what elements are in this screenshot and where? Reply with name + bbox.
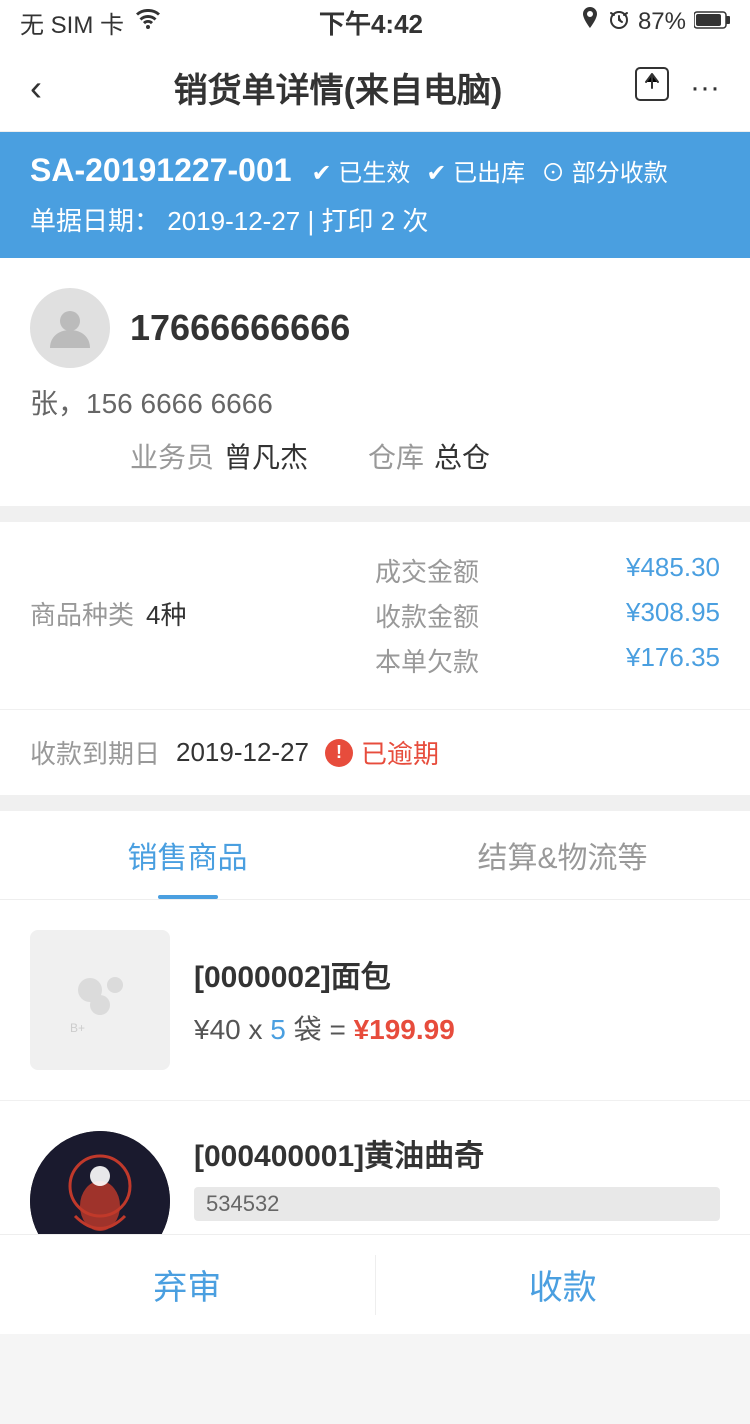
date-value: 2019-12-27 (167, 206, 300, 236)
share-icon[interactable] (634, 66, 670, 109)
stats-section: 商品种类 4种 成交金额 ¥485.30 收款金额 ¥308.95 本单欠款 ¥… (0, 522, 750, 709)
page-title: 销货单详情(来自电脑) (174, 63, 503, 112)
product-price-1: ¥40 x 5 袋 = ¥199.99 (194, 1008, 720, 1048)
qty-1: 5 (270, 1014, 286, 1045)
list-item: B+ [0000002]面包 ¥40 x 5 袋 = ¥199.99 (0, 900, 750, 1101)
price-base-1: ¥40 (194, 1014, 241, 1045)
overdue-section: 收款到期日 2019-12-27 ! 已逾期 (0, 709, 750, 795)
divider-2 (0, 795, 750, 811)
received-value: ¥308.95 (626, 597, 720, 634)
type-value: 4种 (146, 595, 186, 632)
amount-row: 成交金额 ¥485.30 (375, 552, 720, 589)
order-id: SA-20191227-001 (30, 152, 292, 189)
product-tag-2: 534532 (194, 1187, 720, 1221)
bottom-bar: 弃审 收款 (0, 1234, 750, 1334)
product-info-1: [0000002]面包 ¥40 x 5 袋 = ¥199.99 (194, 930, 720, 1070)
alarm-icon (608, 8, 630, 37)
overdue-icon: ! (325, 739, 353, 767)
product-thumbnail-1: B+ (30, 930, 170, 1070)
tab-settlement[interactable]: 结算&物流等 (375, 811, 750, 899)
location-icon (580, 7, 600, 38)
overdue-badge: ! 已逾期 (325, 734, 439, 771)
product-name-1: [0000002]面包 (194, 952, 720, 996)
type-label: 商品种类 (30, 595, 134, 632)
customer-name: 张，156 6666 6666 (30, 382, 720, 422)
owed-label: 本单欠款 (375, 642, 479, 679)
status-bar: 无 SIM 卡 下午4:42 87% (0, 0, 750, 44)
customer-top: 17666666666 (30, 288, 720, 368)
header-card: SA-20191227-001 ✔ 已生效 ✔ 已出库 ⊙ 部分收款 单据日期：… (0, 132, 750, 258)
stats-left: 商品种类 4种 (30, 552, 375, 679)
customer-meta: 业务员 曾凡杰 仓库 总仓 (130, 436, 720, 476)
badge-effective: ✔ 已生效 (312, 153, 411, 188)
status-time: 下午4:42 (319, 4, 423, 41)
warehouse-meta: 仓库 总仓 (368, 436, 490, 476)
nav-right: ··· (634, 66, 720, 109)
status-left: 无 SIM 卡 (20, 5, 162, 40)
badge-shipped: ✔ 已出库 (426, 153, 525, 188)
tabs-container: 销售商品 结算&物流等 (0, 811, 750, 900)
more-icon[interactable]: ··· (690, 71, 720, 105)
owed-row: 本单欠款 ¥176.35 (375, 642, 720, 679)
status-right: 87% (580, 7, 730, 38)
owed-value: ¥176.35 (626, 642, 720, 679)
stats-type: 商品种类 4种 (30, 595, 375, 632)
status-badges: ✔ 已生效 ✔ 已出库 ⊙ 部分收款 (312, 153, 668, 188)
amount-value: ¥485.30 (626, 552, 720, 589)
tab-underline (158, 895, 218, 899)
battery-label: 87% (638, 8, 686, 36)
warehouse-label: 仓库 (368, 436, 424, 476)
carrier-label: 无 SIM 卡 (20, 5, 124, 40)
confirm-button[interactable]: 收款 (376, 1235, 750, 1334)
sales-label: 业务员 (130, 436, 214, 476)
customer-phone: 17666666666 (130, 307, 350, 349)
print-label: | 打印 2 次 (307, 206, 428, 236)
stats-right: 成交金额 ¥485.30 收款金额 ¥308.95 本单欠款 ¥176.35 (375, 552, 720, 679)
divider-1 (0, 506, 750, 522)
badge-partial: ⊙ 部分收款 (541, 153, 668, 188)
sales-meta: 业务员 曾凡杰 (130, 436, 308, 476)
received-label: 收款金额 (375, 597, 479, 634)
nav-left: ‹ (30, 67, 42, 109)
battery-icon (694, 8, 730, 36)
tab-sales-products[interactable]: 销售商品 (0, 811, 375, 899)
cancel-button[interactable]: 弃审 (0, 1235, 375, 1334)
product-name-2: [000400001]黄油曲奇 (194, 1131, 720, 1175)
nav-bar: ‹ 销货单详情(来自电脑) ··· (0, 44, 750, 132)
header-top: SA-20191227-001 ✔ 已生效 ✔ 已出库 ⊙ 部分收款 (30, 152, 720, 189)
header-date: 单据日期： 2019-12-27 | 打印 2 次 (30, 201, 720, 238)
avatar (30, 288, 110, 368)
overdue-label: 收款到期日 (30, 734, 160, 771)
overdue-text: 已逾期 (361, 734, 439, 771)
customer-section: 17666666666 张，156 6666 6666 业务员 曾凡杰 仓库 总… (0, 258, 750, 506)
sales-value: 曾凡杰 (224, 436, 308, 476)
received-row: 收款金额 ¥308.95 (375, 597, 720, 634)
svg-text:B+: B+ (70, 1021, 85, 1035)
unit-1: 袋 (294, 1014, 322, 1045)
total-1: ¥199.99 (354, 1014, 455, 1045)
overdue-date: 2019-12-27 (176, 737, 309, 768)
amount-label: 成交金额 (375, 552, 479, 589)
wifi-icon (134, 8, 162, 36)
warehouse-value: 总仓 (434, 436, 490, 476)
date-label: 单据日期： (30, 206, 160, 236)
back-button[interactable]: ‹ (30, 67, 42, 109)
